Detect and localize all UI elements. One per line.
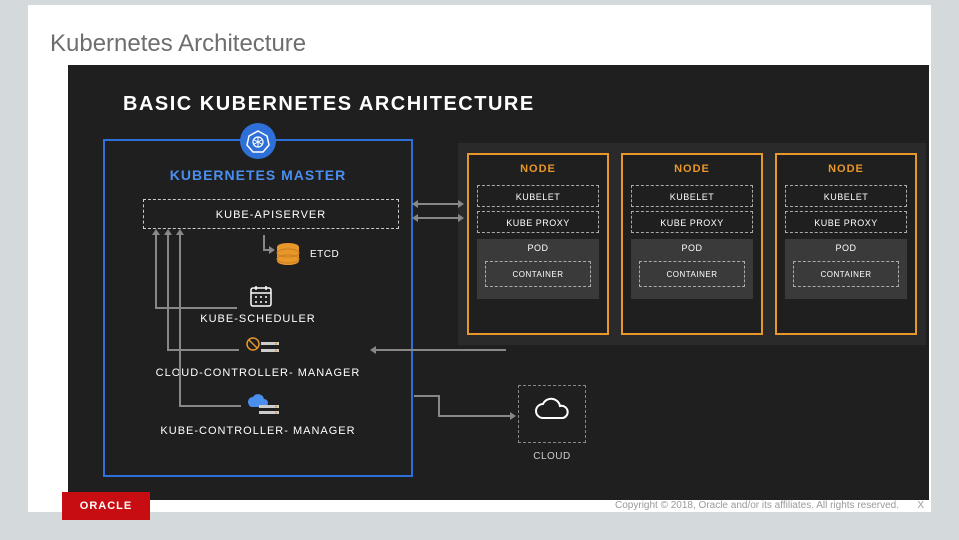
node-box: NODE KUBELET KUBE PROXY POD CONTAINER: [621, 153, 763, 335]
cloud-controller-manager-label: CLOUD-CONTROLLER- MANAGER: [105, 367, 411, 379]
slide-title: Kubernetes Architecture: [50, 30, 306, 58]
kube-controller-icon: [245, 391, 281, 417]
diagram-panel: BASIC KUBERNETES ARCHITECTURE KUBERNETES…: [68, 65, 929, 500]
kubernetes-logo-icon: [240, 123, 276, 159]
kube-proxy-box: KUBE PROXY: [631, 211, 753, 233]
kube-apiserver-box: KUBE-APISERVER: [143, 199, 399, 229]
etcd-icon: [275, 241, 301, 269]
container-box: CONTAINER: [793, 261, 899, 287]
arrow-line: [157, 307, 237, 309]
arrow-line: [438, 395, 440, 417]
container-box: CONTAINER: [485, 261, 591, 287]
node-box: NODE KUBELET KUBE PROXY POD CONTAINER: [467, 153, 609, 335]
kube-proxy-box: KUBE PROXY: [785, 211, 907, 233]
arrow-head-icon: [412, 200, 418, 208]
arrow-head-icon: [176, 229, 184, 235]
arrow-line: [167, 235, 169, 351]
arrow-line: [155, 235, 157, 309]
arrow-head-icon: [510, 412, 516, 420]
node-title: NODE: [469, 163, 607, 175]
node-title: NODE: [777, 163, 915, 175]
pod-box: POD CONTAINER: [785, 239, 907, 299]
etcd-label: ETCD: [310, 249, 339, 260]
kubelet-box: KUBELET: [785, 185, 907, 207]
kube-proxy-box: KUBE PROXY: [477, 211, 599, 233]
arrow-line: [438, 415, 512, 417]
arrow-line: [376, 349, 506, 351]
cloud-icon: [533, 394, 573, 424]
pod-box: POD CONTAINER: [477, 239, 599, 299]
kubelet-box: KUBELET: [477, 185, 599, 207]
arrow-line: [418, 203, 460, 205]
arrow-line: [418, 217, 460, 219]
node-title: NODE: [623, 163, 761, 175]
oracle-logo: ORACLE: [62, 492, 150, 520]
copyright-text: Copyright © 2018, Oracle and/or its affi…: [615, 500, 899, 511]
arrow-head-icon: [458, 214, 464, 222]
arrow-head-icon: [458, 200, 464, 208]
pod-box: POD CONTAINER: [631, 239, 753, 299]
arrow-head-icon: [370, 346, 376, 354]
cloud-controller-icon: [245, 336, 281, 360]
kubernetes-master-box: KUBERNETES MASTER KUBE-APISERVER ETCD KU…: [103, 139, 413, 477]
pod-title: POD: [785, 243, 907, 253]
calendar-icon: [249, 284, 273, 308]
arrow-line: [414, 395, 440, 397]
panel-title: BASIC KUBERNETES ARCHITECTURE: [123, 93, 535, 116]
pod-title: POD: [477, 243, 599, 253]
master-title: KUBERNETES MASTER: [105, 167, 411, 183]
arrow-line: [179, 235, 181, 407]
arrow-head-icon: [412, 214, 418, 222]
pod-title: POD: [631, 243, 753, 253]
cloud-box: [518, 385, 586, 443]
arrow-line: [181, 405, 241, 407]
container-box: CONTAINER: [639, 261, 745, 287]
arrow-head-icon: [152, 229, 160, 235]
slide-page: Kubernetes Architecture BASIC KUBERNETES…: [28, 5, 931, 512]
arrow-head-icon: [164, 229, 172, 235]
kube-controller-manager-label: KUBE-CONTROLLER- MANAGER: [105, 425, 411, 437]
kubelet-box: KUBELET: [631, 185, 753, 207]
node-box: NODE KUBELET KUBE PROXY POD CONTAINER: [775, 153, 917, 335]
kube-scheduler-label: KUBE-SCHEDULER: [105, 313, 411, 325]
arrow-head-icon: [269, 246, 275, 254]
cloud-label: CLOUD: [518, 451, 586, 462]
slide-number: X: [917, 500, 924, 511]
